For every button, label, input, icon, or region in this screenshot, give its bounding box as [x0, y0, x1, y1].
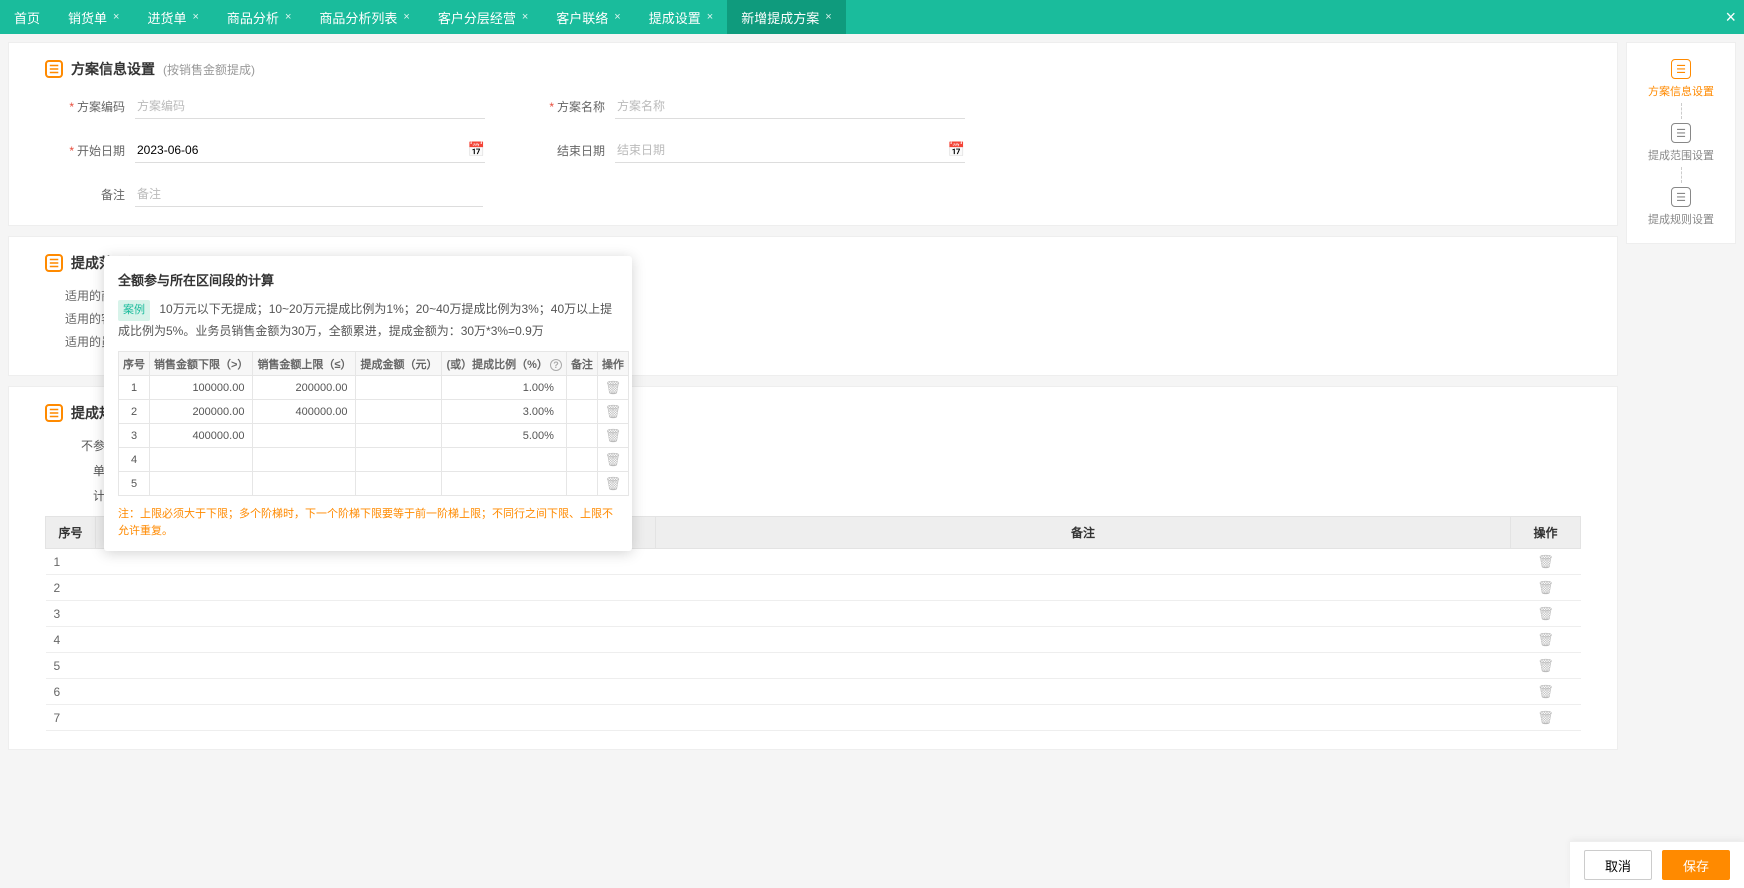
- mini-th: 提成金额（元）: [356, 352, 442, 376]
- table-row[interactable]: 3🗑: [46, 601, 1581, 627]
- calendar-icon[interactable]: 📅: [468, 141, 485, 158]
- anchor-icon: ☰: [1671, 59, 1691, 79]
- table-row[interactable]: 5🗑: [46, 653, 1581, 679]
- label-plan-name: 方案名称: [557, 100, 605, 114]
- big-th: 操作: [1511, 517, 1581, 549]
- example-row: 2200000.00400000.003.00%🗑: [119, 400, 629, 424]
- mini-th: 销售金额上限（≤）: [253, 352, 356, 376]
- delete-icon[interactable]: 🗑: [605, 404, 622, 419]
- popup-note: 注：上限必须大于下限；多个阶梯时，下一个阶梯下限要等于前一阶梯上限；不同行之间下…: [118, 506, 618, 539]
- table-row[interactable]: 6🗑: [46, 679, 1581, 705]
- delete-icon[interactable]: 🗑: [1537, 684, 1554, 699]
- label-remark: 备注: [101, 188, 125, 202]
- example-row: 4🗑: [119, 448, 629, 472]
- save-button[interactable]: 保存: [1662, 850, 1730, 880]
- mini-th: 序号: [119, 352, 150, 376]
- range-full-tooltip: 全额参与所在区间段的计算 案例 10万元以下无提成；10~20万元提成比例为1%…: [104, 256, 632, 551]
- mini-th: (或）提成比例（%）?: [442, 352, 566, 376]
- mini-th: 操作: [597, 352, 628, 376]
- tab-sales[interactable]: 销货单×: [54, 0, 133, 34]
- label-start-date: 开始日期: [77, 144, 125, 158]
- anchor-plan-info[interactable]: ☰ 方案信息设置: [1633, 55, 1729, 103]
- tab-home[interactable]: 首页: [0, 0, 54, 34]
- delete-icon[interactable]: 🗑: [1537, 658, 1554, 673]
- help-icon[interactable]: ?: [550, 359, 562, 371]
- table-row[interactable]: 2🗑: [46, 575, 1581, 601]
- popup-title: 全额参与所在区间段的计算: [118, 270, 618, 289]
- close-icon[interactable]: ×: [113, 11, 119, 23]
- tab-bar: 首页 销货单× 进货单× 商品分析× 商品分析列表× 客户分层经营× 客户联络×…: [0, 0, 1744, 34]
- tab-customer-contact[interactable]: 客户联络×: [542, 0, 634, 34]
- footer-bar: 取消 保存: [1570, 841, 1744, 888]
- delete-icon[interactable]: 🗑: [1537, 580, 1554, 595]
- plan-code-input[interactable]: [135, 93, 485, 119]
- close-icon[interactable]: ×: [825, 11, 831, 23]
- big-th: 备注: [656, 517, 1511, 549]
- tab-purchase[interactable]: 进货单×: [133, 0, 212, 34]
- label-plan-code: 方案编码: [77, 100, 125, 114]
- delete-icon[interactable]: 🗑: [605, 476, 622, 491]
- anchor-nav: ☰ 方案信息设置 ☰ 提成范围设置 ☰ 提成规则设置: [1626, 42, 1736, 244]
- delete-icon[interactable]: 🗑: [1537, 632, 1554, 647]
- example-row: 3400000.005.00%🗑: [119, 424, 629, 448]
- tab-prod-analysis[interactable]: 商品分析×: [213, 0, 305, 34]
- tab-new-commission[interactable]: 新增提成方案×: [727, 0, 845, 34]
- anchor-rules[interactable]: ☰ 提成规则设置: [1633, 183, 1729, 231]
- table-row[interactable]: 4🗑: [46, 627, 1581, 653]
- calendar-icon[interactable]: 📅: [948, 141, 965, 158]
- close-icon[interactable]: ×: [614, 11, 620, 23]
- section-icon: ☰: [45, 60, 63, 78]
- big-th: 序号: [46, 517, 96, 549]
- tab-commission-settings[interactable]: 提成设置×: [635, 0, 727, 34]
- end-date-input[interactable]: [615, 137, 965, 163]
- delete-icon[interactable]: 🗑: [605, 452, 622, 467]
- close-icon[interactable]: ×: [707, 11, 713, 23]
- delete-icon[interactable]: 🗑: [1537, 606, 1554, 621]
- example-row: 5🗑: [119, 472, 629, 496]
- anchor-icon: ☰: [1671, 187, 1691, 207]
- mini-th: 销售金额下限（>）: [150, 352, 253, 376]
- delete-icon[interactable]: 🗑: [605, 380, 622, 395]
- remark-input[interactable]: [135, 181, 483, 207]
- tab-prod-list[interactable]: 商品分析列表×: [305, 0, 423, 34]
- close-icon[interactable]: ×: [192, 11, 198, 23]
- close-icon[interactable]: ×: [403, 11, 409, 23]
- delete-icon[interactable]: 🗑: [1537, 710, 1554, 725]
- plan-info-card: ☰ 方案信息设置 (按销售金额提成) *方案编码 *方案名称 *开始日期: [8, 42, 1618, 226]
- tab-customer-tier[interactable]: 客户分层经营×: [424, 0, 542, 34]
- case-text: 10万元以下无提成；10~20万元提成比例为1%；20~40万提成比例为3%；4…: [118, 302, 612, 338]
- example-row: 1100000.00200000.001.00%🗑: [119, 376, 629, 400]
- section-icon: ☰: [45, 254, 63, 272]
- table-row[interactable]: 1🗑: [46, 549, 1581, 575]
- tab-bar-close-button[interactable]: ×: [1725, 0, 1736, 34]
- anchor-icon: ☰: [1671, 123, 1691, 143]
- anchor-scope[interactable]: ☰ 提成范围设置: [1633, 119, 1729, 167]
- section-title: 方案信息设置: [71, 59, 155, 79]
- mini-th: 备注: [566, 352, 597, 376]
- delete-icon[interactable]: 🗑: [1537, 554, 1554, 569]
- close-icon[interactable]: ×: [285, 11, 291, 23]
- cancel-button[interactable]: 取消: [1584, 850, 1652, 880]
- table-row[interactable]: 7🗑: [46, 705, 1581, 731]
- label-end-date: 结束日期: [557, 144, 605, 158]
- case-badge: 案例: [118, 300, 150, 321]
- plan-name-input[interactable]: [615, 93, 965, 119]
- delete-icon[interactable]: 🗑: [605, 428, 622, 443]
- section-icon: ☰: [45, 404, 63, 422]
- section-hint: (按销售金额提成): [163, 61, 255, 78]
- start-date-input[interactable]: [135, 137, 485, 163]
- example-table: 序号销售金额下限（>）销售金额上限（≤）提成金额（元）(或）提成比例（%）?备注…: [118, 351, 629, 496]
- close-icon[interactable]: ×: [522, 11, 528, 23]
